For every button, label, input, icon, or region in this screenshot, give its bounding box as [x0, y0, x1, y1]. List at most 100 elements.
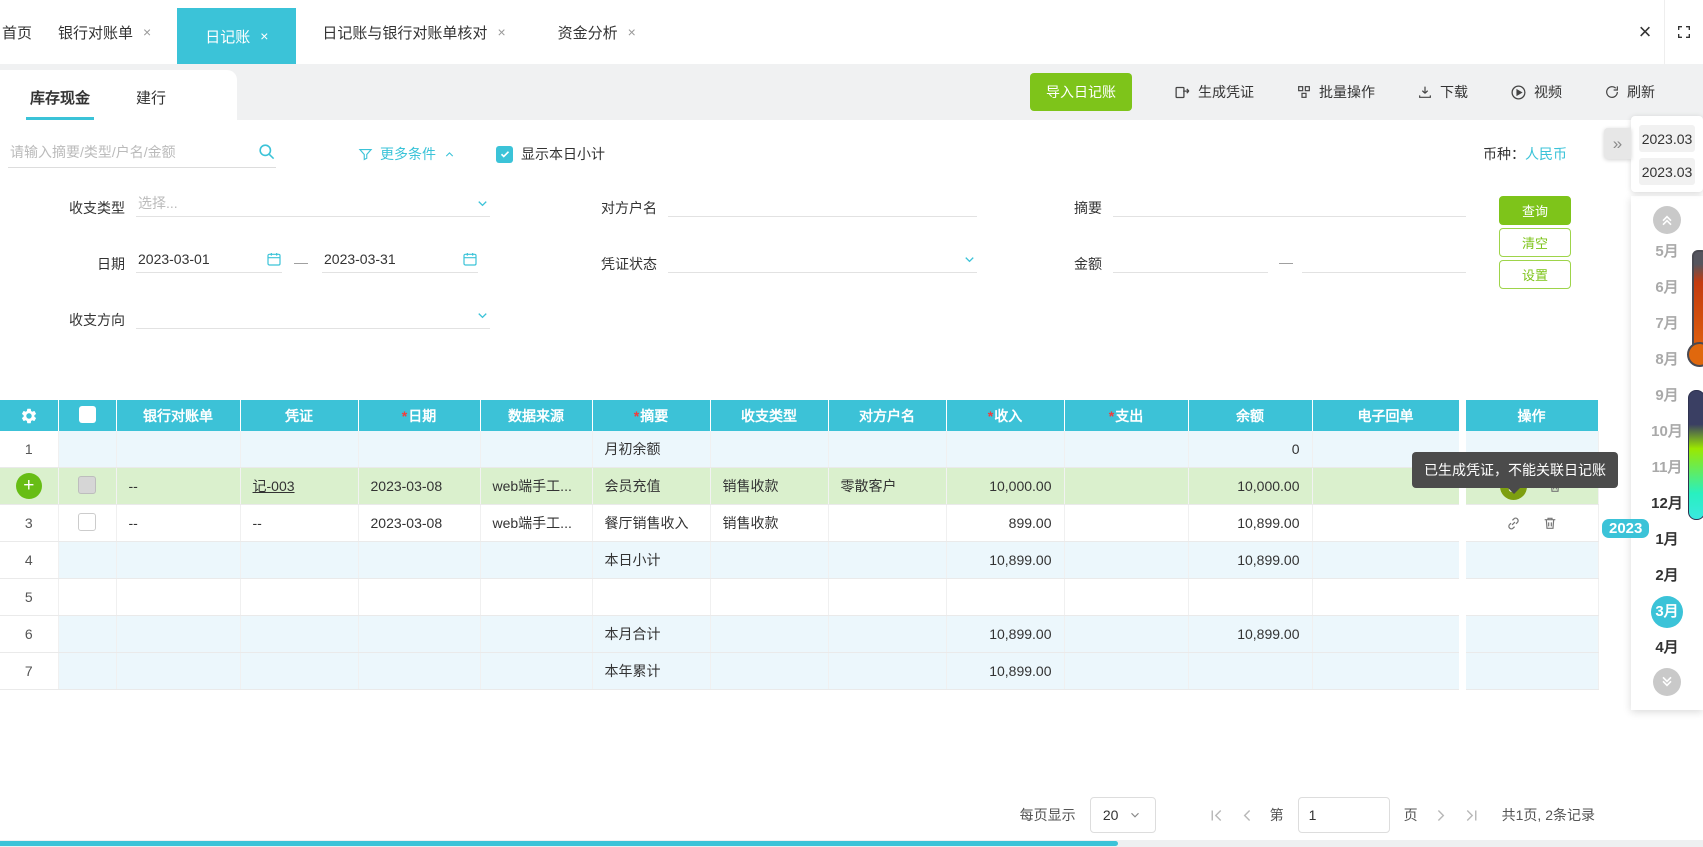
- date-from-input[interactable]: [136, 250, 266, 268]
- currency-indicator: 币种：人民币: [1483, 144, 1567, 164]
- voucher-status-label: 凭证状态: [601, 256, 657, 272]
- per-page-select[interactable]: 20: [1089, 797, 1156, 833]
- link-icon[interactable]: [1505, 515, 1522, 532]
- voucher-tooltip: 已生成凭证，不能关联日记账: [1412, 452, 1618, 494]
- tab-cash-account[interactable]: 库存现金: [25, 87, 95, 120]
- balance-cell: 0: [1188, 431, 1313, 468]
- income-cell: 899.00: [946, 504, 1065, 542]
- account-tab-card: 库存现金 建行: [0, 70, 237, 120]
- row-checkbox[interactable]: [78, 512, 96, 531]
- month-item[interactable]: 4月: [1631, 630, 1703, 666]
- row-number: 1: [0, 431, 59, 468]
- column-settings-cell[interactable]: [0, 400, 59, 431]
- trash-icon[interactable]: [1542, 515, 1558, 531]
- gear-icon[interactable]: [20, 407, 38, 425]
- balance-cell: 10,899.00: [1188, 541, 1313, 579]
- query-button[interactable]: 查询: [1499, 196, 1571, 225]
- income-type-select[interactable]: [136, 190, 490, 217]
- voucher-status-select[interactable]: [668, 246, 977, 273]
- select-all-checkbox[interactable]: [58, 400, 117, 431]
- video-button[interactable]: 视频: [1510, 82, 1562, 102]
- row-checkbox[interactable]: [78, 475, 96, 494]
- counterparty-field: [668, 190, 977, 217]
- voucher-status-input[interactable]: [668, 250, 962, 268]
- per-page-label: 每页显示: [1019, 807, 1076, 823]
- tab-ccb-account[interactable]: 建行: [136, 87, 166, 108]
- income-type-label: 收支类型: [69, 200, 125, 216]
- horizontal-scrollbar[interactable]: [0, 841, 1118, 846]
- row-number: 6: [0, 615, 59, 653]
- page-next-button[interactable]: [1432, 807, 1449, 824]
- tab-label: 资金分析: [557, 24, 618, 42]
- date-cell: 2023-03-08: [358, 504, 481, 542]
- tab-journal[interactable]: 日记账 ×: [177, 8, 297, 64]
- search-icon[interactable]: [257, 142, 276, 161]
- page-last-button[interactable]: [1463, 807, 1480, 824]
- calendar-icon[interactable]: [266, 251, 282, 267]
- collapse-sidebar-button[interactable]: »: [1604, 128, 1631, 159]
- funnel-icon: [358, 148, 373, 160]
- clear-button[interactable]: 清空: [1499, 228, 1571, 257]
- tab-close-icon[interactable]: ×: [143, 24, 151, 40]
- counterparty-input[interactable]: [668, 194, 977, 212]
- income-type-input[interactable]: [136, 194, 475, 212]
- generate-voucher-button[interactable]: 生成凭证: [1174, 82, 1254, 102]
- fullscreen-icon[interactable]: [1664, 0, 1703, 64]
- tab-bank-statement[interactable]: 银行对账单 ×: [32, 0, 177, 64]
- batch-operations-button[interactable]: 批量操作: [1296, 82, 1375, 102]
- direction-select[interactable]: [136, 302, 490, 329]
- refresh-button[interactable]: 刷新: [1604, 82, 1655, 102]
- header-income: *收入: [946, 400, 1065, 431]
- daily-subtotal-checkbox[interactable]: 显示本日小计: [496, 144, 605, 164]
- download-button[interactable]: 下载: [1417, 82, 1468, 102]
- scroll-gauge-indicator: [1688, 390, 1703, 520]
- table-row[interactable]: + -- 记-003 2023-03-08 web端手工... 会员充值 销售收…: [0, 467, 1599, 505]
- summary-input[interactable]: [1113, 194, 1466, 212]
- grid-icon: [1298, 86, 1310, 98]
- scroll-up-button[interactable]: [1653, 206, 1681, 234]
- month-item[interactable]: 2月: [1631, 558, 1703, 594]
- tab-close-icon[interactable]: ×: [497, 24, 505, 40]
- row-number: 4: [0, 541, 59, 579]
- window-close-icon[interactable]: ×: [1626, 0, 1664, 64]
- tab-close-icon[interactable]: ×: [628, 24, 636, 40]
- period-panel: 2023.03 2023.03: [1631, 116, 1703, 192]
- date-label: 日期: [97, 256, 125, 272]
- direction-label: 收支方向: [69, 312, 125, 328]
- table-row: 5: [0, 578, 1599, 616]
- summary-label: 摘要: [1074, 200, 1102, 216]
- month-item-selected[interactable]: 3月: [1631, 594, 1703, 630]
- tab-fund-analysis[interactable]: 资金分析 ×: [532, 0, 662, 64]
- add-row-button[interactable]: +: [15, 473, 42, 499]
- tab-journal-bank-check[interactable]: 日记账与银行对账单核对 ×: [296, 0, 531, 64]
- amount-max-field: [1302, 246, 1466, 273]
- chevron-down-icon[interactable]: [475, 196, 490, 211]
- tab-home[interactable]: 首页: [2, 22, 32, 43]
- table-row[interactable]: 3 -- -- 2023-03-08 web端手工... 餐厅销售收入 销售收款…: [0, 504, 1599, 542]
- scroll-down-button[interactable]: [1653, 668, 1681, 696]
- date-to-input[interactable]: [322, 250, 462, 268]
- import-journal-button[interactable]: 导入日记账: [1030, 73, 1132, 111]
- settings-button[interactable]: 设置: [1499, 260, 1571, 289]
- tab-close-icon[interactable]: ×: [260, 28, 268, 44]
- chevron-down-icon[interactable]: [962, 252, 977, 267]
- year-badge: 2023: [1602, 519, 1650, 538]
- more-conditions-button[interactable]: 更多条件: [358, 144, 456, 164]
- type-cell: 销售收款: [710, 504, 829, 542]
- page-prev-button[interactable]: [1239, 807, 1256, 824]
- amount-max-input[interactable]: [1302, 250, 1466, 268]
- direction-input[interactable]: [136, 306, 475, 324]
- amount-min-input[interactable]: [1113, 250, 1268, 268]
- summary-cell: 本月合计: [592, 615, 711, 653]
- summary-cell: 本年累计: [592, 652, 711, 690]
- calendar-icon[interactable]: [462, 251, 478, 267]
- search-input[interactable]: [8, 142, 257, 161]
- page-first-button[interactable]: [1208, 807, 1225, 824]
- thermometer-indicator: [1692, 250, 1703, 354]
- voucher-link[interactable]: 记-003: [253, 478, 295, 494]
- journal-table: 银行对账单 凭证 *日期 数据来源 *摘要 收支类型 对方户名 *收入 *支出 …: [0, 400, 1599, 690]
- period-chip[interactable]: 2023.03: [1639, 158, 1695, 185]
- period-chip[interactable]: 2023.03: [1639, 125, 1695, 152]
- page-input[interactable]: [1297, 797, 1390, 833]
- chevron-down-icon[interactable]: [475, 308, 490, 323]
